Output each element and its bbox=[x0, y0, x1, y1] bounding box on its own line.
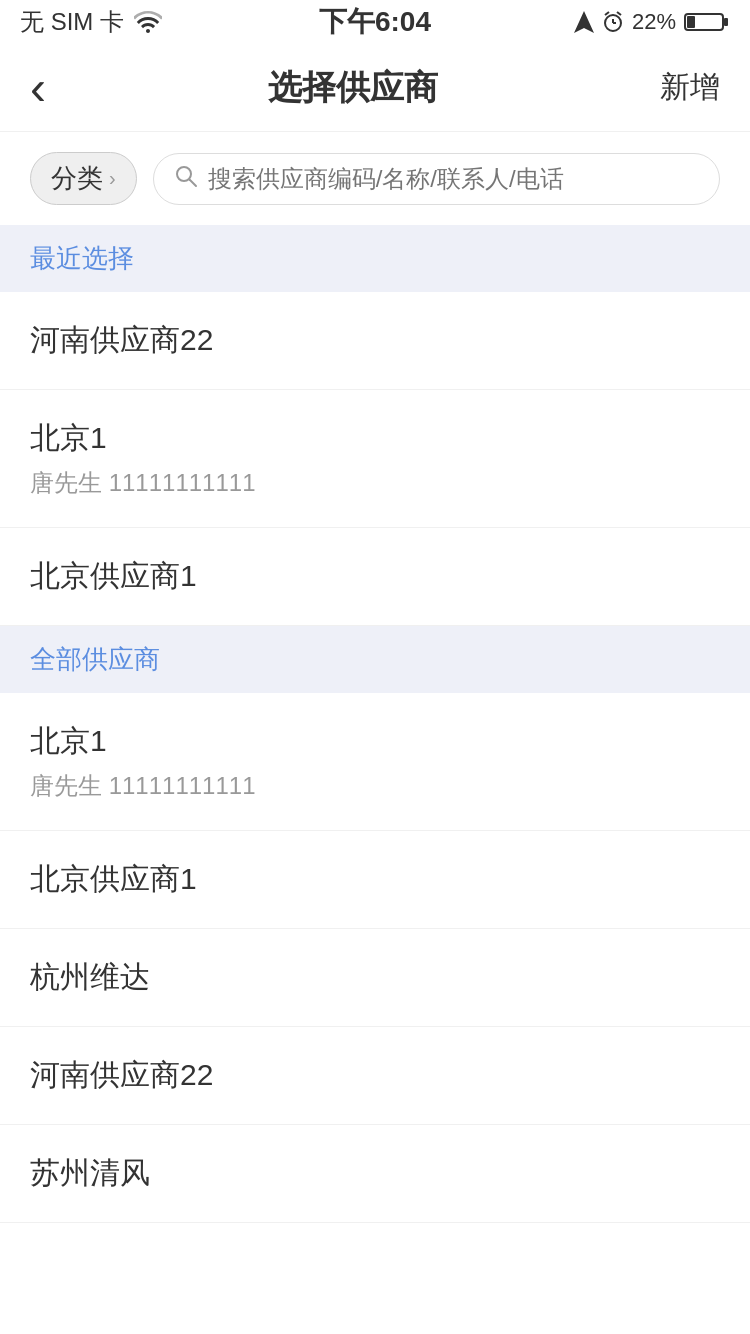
status-time: 下午6:04 bbox=[319, 3, 431, 41]
recent-section-label: 最近选择 bbox=[30, 243, 134, 273]
svg-line-9 bbox=[189, 179, 196, 186]
all-list: 北京1 唐先生 11111111111 北京供应商1 杭州维达河南供应商22 苏州清风 bbox=[0, 693, 750, 1223]
list-item[interactable]: 河南供应商22 bbox=[0, 292, 750, 390]
battery-icon bbox=[684, 11, 730, 33]
item-name: 北京1 bbox=[30, 721, 720, 762]
search-icon bbox=[174, 164, 198, 194]
search-box bbox=[153, 153, 720, 205]
all-section-header: 全部供应商 bbox=[0, 626, 750, 693]
svg-line-4 bbox=[617, 12, 621, 15]
list-item[interactable]: 河南供应商22 bbox=[0, 1027, 750, 1125]
list-item[interactable]: 北京供应商1 bbox=[0, 831, 750, 929]
status-bar: 无 SIM 卡 下午6:04 22% bbox=[0, 0, 750, 44]
svg-rect-6 bbox=[724, 18, 728, 26]
back-button[interactable]: ‹ bbox=[30, 64, 46, 112]
item-name: 杭州维达 bbox=[30, 957, 720, 998]
all-section-label: 全部供应商 bbox=[30, 644, 160, 674]
filter-bar: 分类 › bbox=[0, 132, 750, 225]
wifi-icon bbox=[134, 11, 162, 33]
item-name: 苏州清风 bbox=[30, 1153, 720, 1194]
alarm-icon bbox=[602, 11, 624, 33]
status-carrier: 无 SIM 卡 bbox=[20, 6, 162, 38]
svg-rect-7 bbox=[687, 16, 695, 28]
item-name: 北京供应商1 bbox=[30, 859, 720, 900]
category-button[interactable]: 分类 › bbox=[30, 152, 137, 205]
item-name: 河南供应商22 bbox=[30, 320, 720, 361]
item-name: 河南供应商22 bbox=[30, 1055, 720, 1096]
page-title: 选择供应商 bbox=[268, 65, 438, 111]
chevron-icon: › bbox=[109, 167, 116, 190]
list-item[interactable]: 北京1 唐先生 11111111111 bbox=[0, 693, 750, 831]
item-name: 北京1 bbox=[30, 418, 720, 459]
recent-list: 河南供应商22 北京1 唐先生 11111111111 北京供应商1 bbox=[0, 292, 750, 626]
recent-section-header: 最近选择 bbox=[0, 225, 750, 292]
location-icon bbox=[574, 11, 594, 33]
item-sub: 唐先生 11111111111 bbox=[30, 467, 720, 499]
list-item[interactable]: 杭州维达 bbox=[0, 929, 750, 1027]
nav-bar: ‹ 选择供应商 新增 bbox=[0, 44, 750, 132]
list-item[interactable]: 苏州清风 bbox=[0, 1125, 750, 1223]
status-right-group: 22% bbox=[574, 9, 730, 35]
list-item[interactable]: 北京1 唐先生 11111111111 bbox=[0, 390, 750, 528]
search-input[interactable] bbox=[208, 165, 699, 193]
category-label: 分类 bbox=[51, 161, 103, 196]
svg-line-3 bbox=[605, 12, 609, 15]
back-icon: ‹ bbox=[30, 64, 46, 112]
new-action-button[interactable]: 新增 bbox=[660, 67, 720, 108]
list-item[interactable]: 北京供应商1 bbox=[0, 528, 750, 626]
item-name: 北京供应商1 bbox=[30, 556, 720, 597]
battery-text: 22% bbox=[632, 9, 676, 35]
carrier-text: 无 SIM 卡 bbox=[20, 6, 124, 38]
item-sub: 唐先生 11111111111 bbox=[30, 770, 720, 802]
